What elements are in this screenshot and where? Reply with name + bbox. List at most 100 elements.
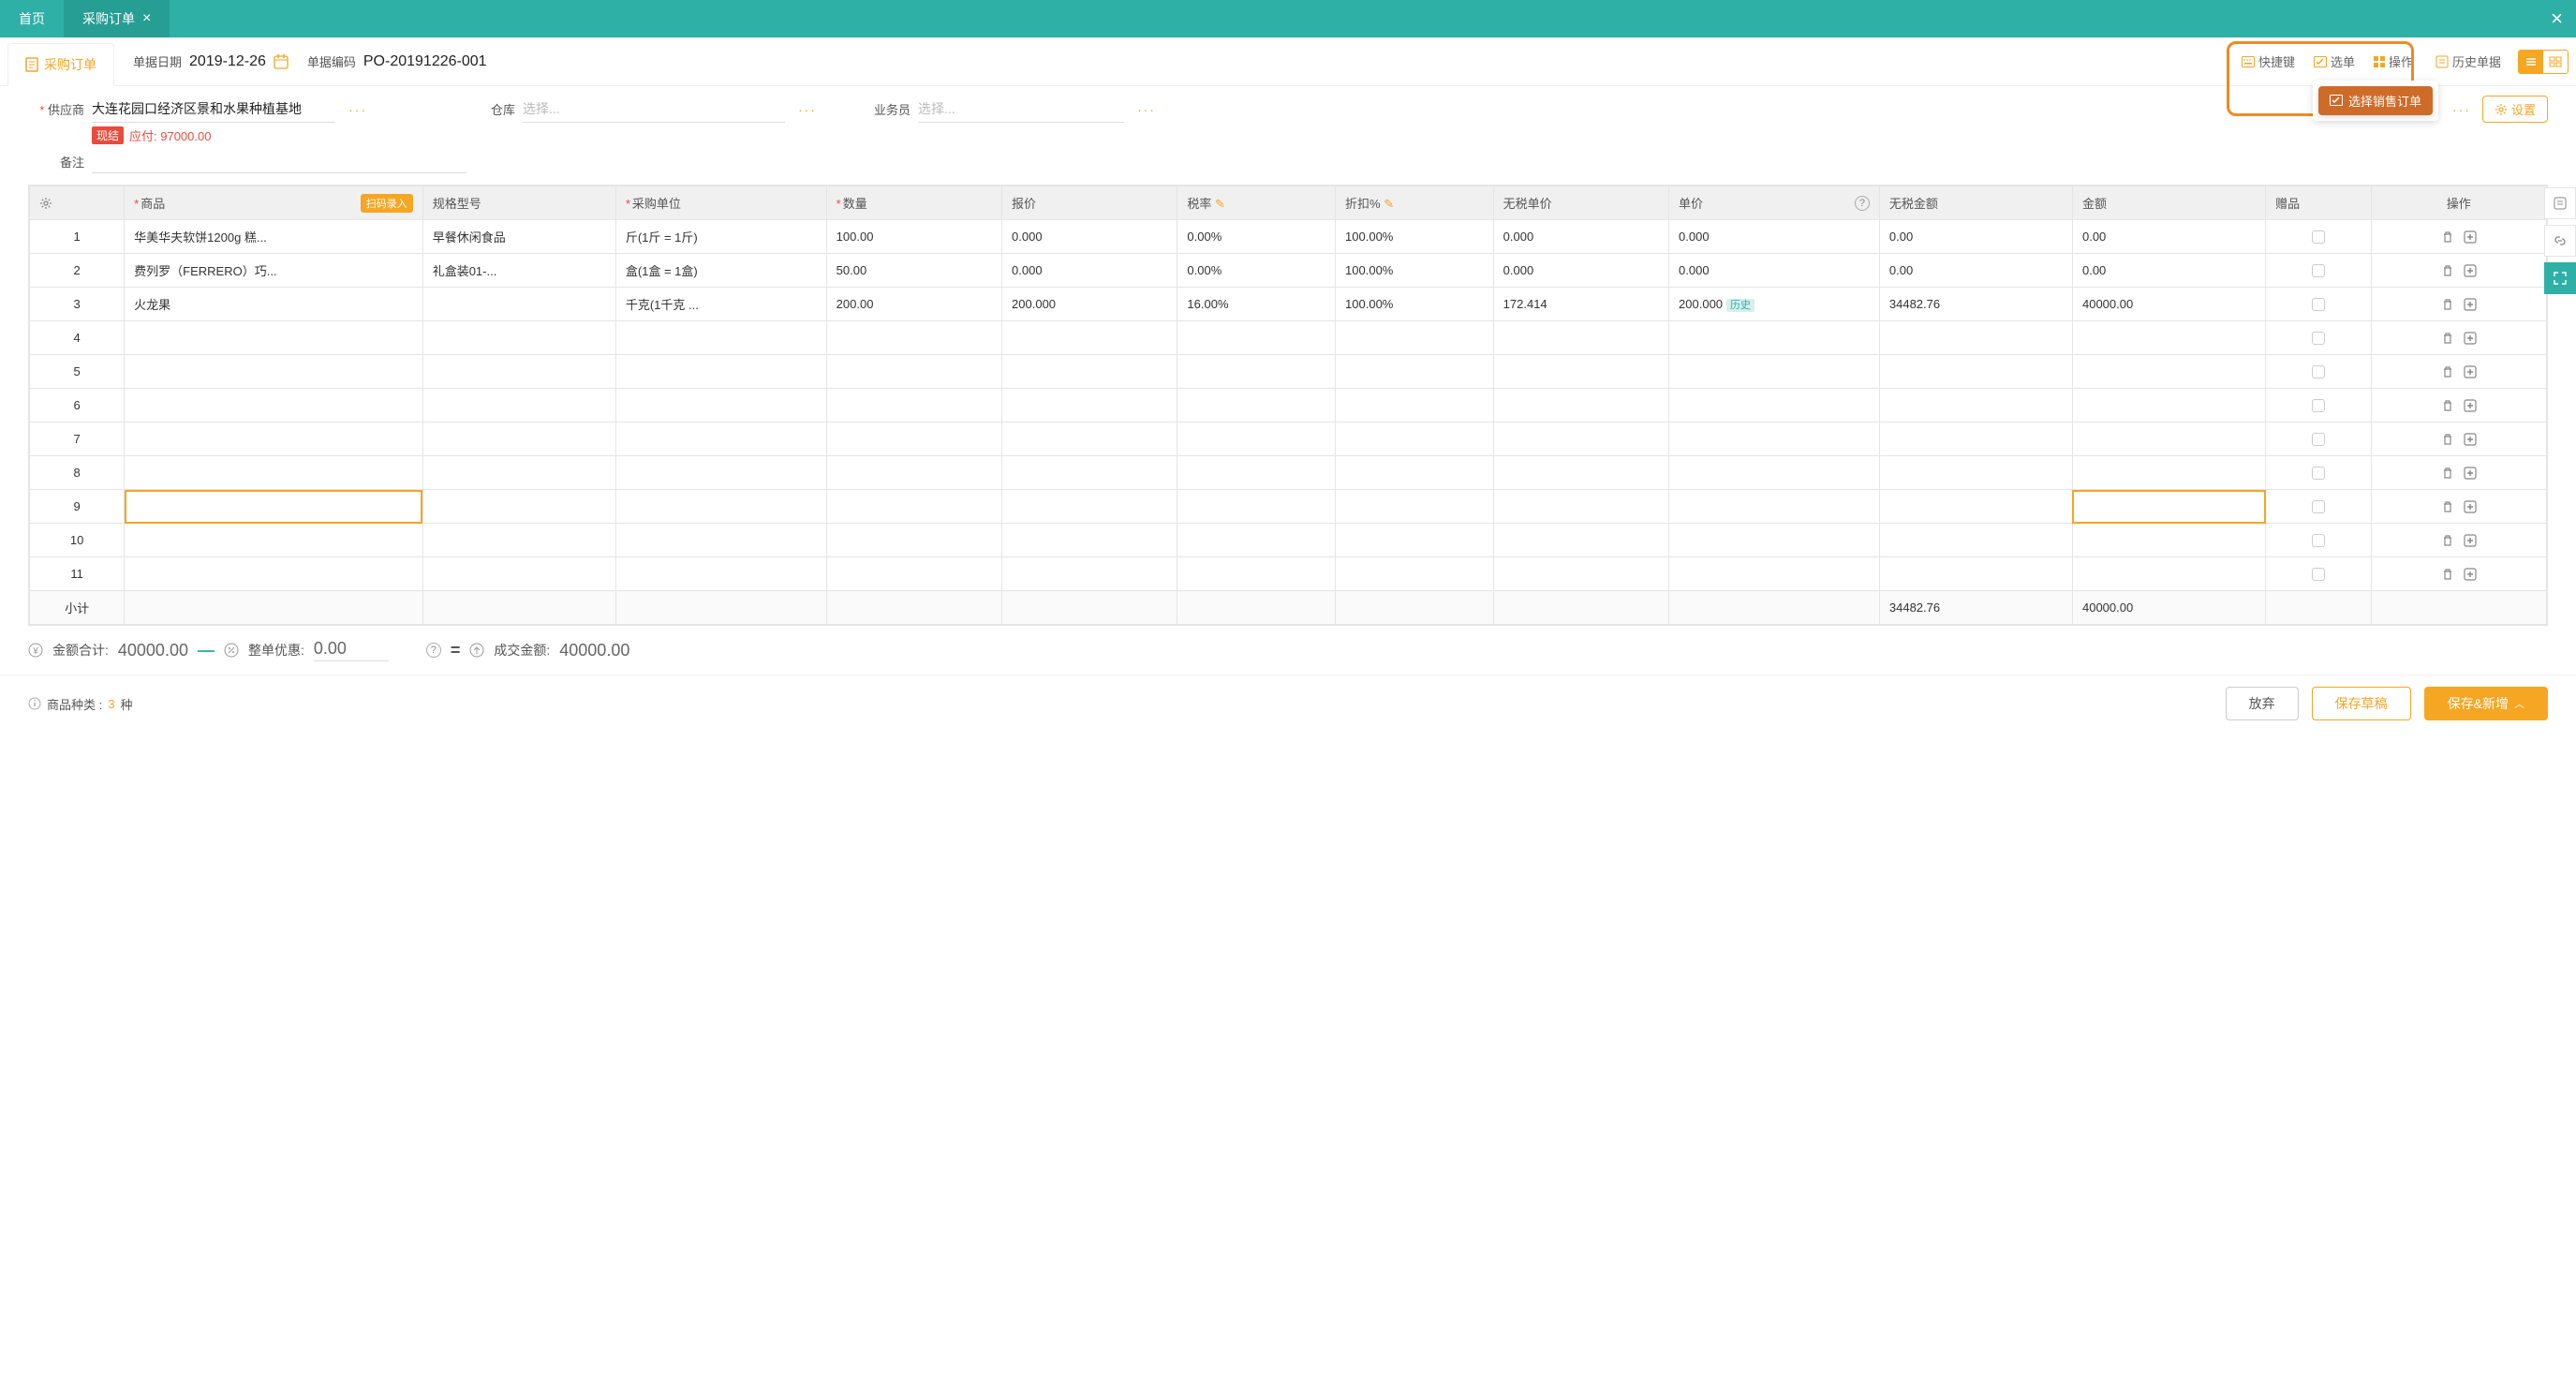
col-qty[interactable]: 数量: [826, 186, 1001, 220]
cell-amount-excl[interactable]: [1879, 524, 2072, 557]
save-and-new-button[interactable]: 保存&新增︿: [2424, 687, 2548, 720]
cell-price-excl[interactable]: [1493, 490, 1668, 524]
clerk-more-icon[interactable]: ···: [1137, 102, 1156, 117]
cell-discount[interactable]: [1336, 423, 1494, 456]
cell-unit[interactable]: 盒(1盒 = 1盒): [615, 254, 826, 288]
cell-discount[interactable]: [1336, 389, 1494, 423]
cell-amount[interactable]: [2072, 524, 2265, 557]
cell-quote[interactable]: [1002, 321, 1177, 355]
cell-tax[interactable]: [1177, 321, 1336, 355]
cell-spec[interactable]: [422, 557, 615, 591]
cell-price[interactable]: [1669, 524, 1880, 557]
rail-notes-icon[interactable]: [2544, 187, 2576, 219]
add-row-icon[interactable]: [2464, 365, 2477, 378]
cell-quote[interactable]: [1002, 524, 1177, 557]
cell-quote[interactable]: 0.000: [1002, 254, 1177, 288]
cell-price-excl[interactable]: [1493, 389, 1668, 423]
cell-price[interactable]: 0.000: [1669, 220, 1880, 254]
cell-amount[interactable]: 40000.00: [2072, 288, 2265, 321]
cell-gift[interactable]: [2266, 389, 2371, 423]
cell-product[interactable]: 费列罗（FERRERO）巧...: [125, 254, 423, 288]
cell-spec[interactable]: [422, 355, 615, 389]
discount-input[interactable]: 0.00: [314, 639, 389, 661]
add-row-icon[interactable]: [2464, 534, 2477, 547]
cell-discount[interactable]: [1336, 557, 1494, 591]
cell-amount-excl[interactable]: [1879, 321, 2072, 355]
supplier-input[interactable]: 大连花园口经济区景和水果种植基地: [92, 96, 335, 123]
warehouse-input[interactable]: 选择...: [523, 96, 785, 123]
cell-amount-excl[interactable]: 0.00: [1879, 220, 2072, 254]
delete-row-icon[interactable]: [2441, 568, 2454, 581]
operations-button[interactable]: 操作: [2366, 49, 2421, 75]
cell-amount[interactable]: [2072, 321, 2265, 355]
cell-amount[interactable]: [2072, 490, 2265, 524]
cell-product[interactable]: 火龙果: [125, 288, 423, 321]
cell-spec[interactable]: [422, 288, 615, 321]
cell-tax[interactable]: [1177, 456, 1336, 490]
cell-quote[interactable]: [1002, 490, 1177, 524]
cell-discount[interactable]: 100.00%: [1336, 254, 1494, 288]
shortcut-button[interactable]: 快捷键: [2234, 49, 2302, 75]
delete-row-icon[interactable]: [2441, 365, 2454, 378]
cell-gift[interactable]: [2266, 557, 2371, 591]
cell-qty[interactable]: [826, 524, 1001, 557]
cell-qty[interactable]: [826, 423, 1001, 456]
cell-tax[interactable]: [1177, 355, 1336, 389]
cell-discount[interactable]: 100.00%: [1336, 288, 1494, 321]
col-unit[interactable]: 采购单位: [615, 186, 826, 220]
cell-tax[interactable]: [1177, 524, 1336, 557]
cell-unit[interactable]: [615, 524, 826, 557]
help-icon[interactable]: ?: [1855, 196, 1870, 211]
col-spec[interactable]: 规格型号: [422, 186, 615, 220]
delete-row-icon[interactable]: [2441, 264, 2454, 277]
cell-price[interactable]: [1669, 355, 1880, 389]
cell-amount-excl[interactable]: [1879, 389, 2072, 423]
close-icon[interactable]: ×: [142, 10, 151, 27]
window-close-icon[interactable]: ×: [2551, 7, 2563, 31]
cell-product[interactable]: [125, 557, 423, 591]
cell-gift[interactable]: [2266, 321, 2371, 355]
cell-price[interactable]: 0.000: [1669, 254, 1880, 288]
cell-tax[interactable]: 0.00%: [1177, 220, 1336, 254]
col-amount[interactable]: 金额: [2072, 186, 2265, 220]
cell-gift[interactable]: [2266, 456, 2371, 490]
cell-price[interactable]: [1669, 490, 1880, 524]
history-button[interactable]: 历史单据: [2428, 49, 2509, 75]
cell-tax[interactable]: [1177, 389, 1336, 423]
cell-unit[interactable]: 千克(1千克 ...: [615, 288, 826, 321]
cell-tax[interactable]: [1177, 557, 1336, 591]
delete-row-icon[interactable]: [2441, 332, 2454, 345]
cell-quote[interactable]: 0.000: [1002, 220, 1177, 254]
cell-qty[interactable]: [826, 321, 1001, 355]
cell-discount[interactable]: [1336, 355, 1494, 389]
cell-gift[interactable]: [2266, 254, 2371, 288]
list-view-icon[interactable]: [2519, 51, 2543, 73]
cell-price-excl[interactable]: [1493, 557, 1668, 591]
cell-quote[interactable]: [1002, 423, 1177, 456]
cell-spec[interactable]: [422, 456, 615, 490]
cell-price[interactable]: 200.000历史: [1669, 288, 1880, 321]
col-gift[interactable]: 赠品: [2266, 186, 2371, 220]
cell-amount[interactable]: [2072, 355, 2265, 389]
cell-spec[interactable]: [422, 423, 615, 456]
cell-amount[interactable]: 0.00: [2072, 220, 2265, 254]
cell-amount-excl[interactable]: 0.00: [1879, 254, 2072, 288]
cell-price-excl[interactable]: 0.000: [1493, 220, 1668, 254]
cell-discount[interactable]: [1336, 321, 1494, 355]
abandon-button[interactable]: 放弃: [2226, 687, 2299, 720]
cell-quote[interactable]: 200.000: [1002, 288, 1177, 321]
cell-price[interactable]: [1669, 321, 1880, 355]
delete-row-icon[interactable]: [2441, 433, 2454, 446]
cell-qty[interactable]: [826, 557, 1001, 591]
cell-unit[interactable]: [615, 355, 826, 389]
cell-tax[interactable]: 0.00%: [1177, 254, 1336, 288]
cell-gift[interactable]: [2266, 423, 2371, 456]
cell-quote[interactable]: [1002, 355, 1177, 389]
add-row-icon[interactable]: [2464, 399, 2477, 412]
grid-view-icon[interactable]: [2543, 51, 2568, 73]
cell-spec[interactable]: 礼盒装01-...: [422, 254, 615, 288]
cell-qty[interactable]: 50.00: [826, 254, 1001, 288]
cell-spec[interactable]: [422, 490, 615, 524]
cell-qty[interactable]: 200.00: [826, 288, 1001, 321]
cell-product[interactable]: [125, 389, 423, 423]
